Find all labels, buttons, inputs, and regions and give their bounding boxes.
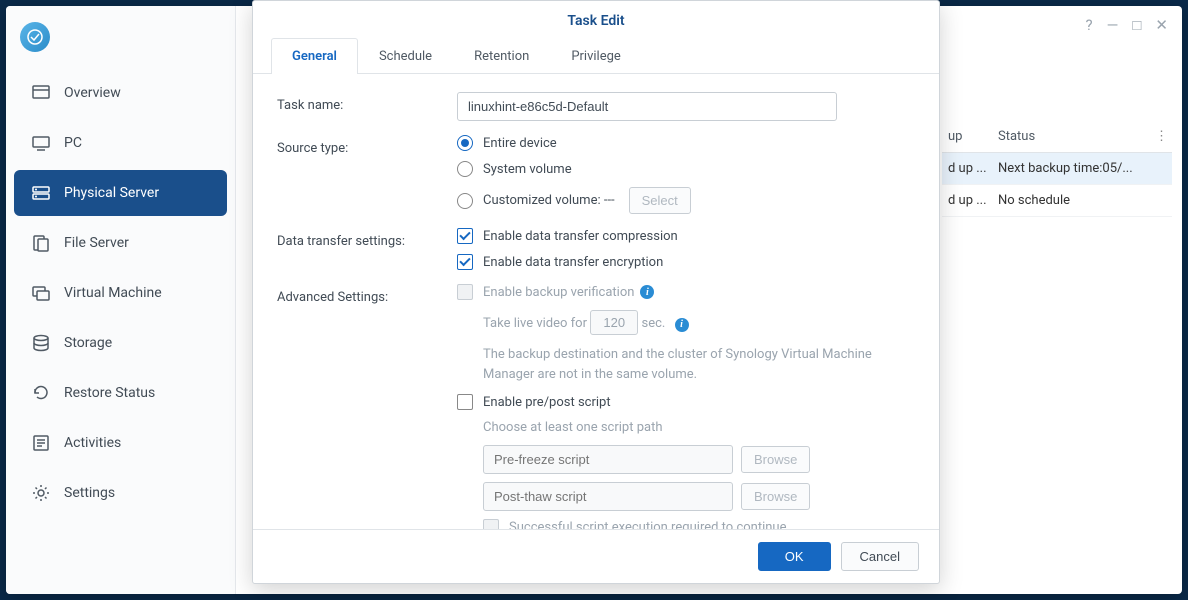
tab-schedule[interactable]: Schedule	[358, 38, 453, 74]
task-edit-dialog: Task Edit General Schedule Retention Pri…	[252, 0, 940, 584]
sidebar-item-label: Virtual Machine	[64, 285, 162, 301]
ok-button[interactable]: OK	[758, 542, 831, 571]
tab-retention[interactable]: Retention	[453, 38, 550, 74]
checkbox-label: Successful script execution required to …	[509, 520, 787, 530]
select-volume-button[interactable]: Select	[629, 187, 691, 214]
dialog-title: Task Edit	[253, 1, 939, 37]
checkbox-label: Enable data transfer compression	[483, 229, 678, 244]
label-task-name: Task name:	[277, 92, 457, 113]
gear-icon	[30, 482, 52, 504]
app-logo-icon	[20, 22, 50, 52]
server-icon	[30, 182, 52, 204]
col-header-status[interactable]: Status	[998, 129, 1166, 144]
maximize-icon[interactable]: □	[1132, 16, 1141, 34]
label-advanced: Advanced Settings:	[277, 284, 457, 305]
sidebar-item-pc[interactable]: PC	[14, 120, 227, 166]
script-hint: Choose at least one script path	[483, 420, 915, 435]
sidebar-item-overview[interactable]: Overview	[14, 70, 227, 116]
window-controls: ? — □ ✕	[1086, 16, 1168, 34]
help-icon[interactable]: ?	[1086, 16, 1093, 34]
info-icon[interactable]: i	[675, 318, 689, 332]
table-header: up Status ⋮	[942, 121, 1172, 153]
cell: d up ...	[948, 193, 998, 208]
radio-label: Customized volume: ---	[483, 193, 615, 208]
checkbox-script[interactable]	[457, 394, 473, 410]
destination-note: The backup destination and the cluster o…	[483, 345, 915, 384]
sidebar: Overview PC Physical Server File Server …	[6, 6, 236, 594]
col-header[interactable]: up	[948, 129, 998, 144]
post-thaw-input	[483, 482, 733, 511]
checkbox-label: Enable backup verification	[483, 285, 634, 300]
live-video-pre: Take live video for	[483, 316, 587, 331]
checkbox-encryption[interactable]	[457, 254, 473, 270]
live-video-post: sec.	[641, 316, 665, 331]
radio-customized-volume[interactable]	[457, 193, 473, 209]
overview-icon	[30, 82, 52, 104]
close-icon[interactable]: ✕	[1155, 16, 1168, 34]
checkbox-success-required	[483, 519, 499, 529]
sidebar-item-label: Activities	[64, 435, 121, 451]
storage-icon	[30, 332, 52, 354]
checkbox-label: Enable pre/post script	[483, 395, 611, 410]
live-video-input	[590, 310, 638, 335]
radio-system-volume[interactable]	[457, 161, 473, 177]
sidebar-item-label: Storage	[64, 335, 112, 351]
sidebar-item-label: PC	[64, 135, 82, 151]
restore-icon	[30, 382, 52, 404]
checkbox-compression[interactable]	[457, 228, 473, 244]
dialog-footer: OK Cancel	[253, 529, 939, 583]
minimize-icon[interactable]: —	[1107, 16, 1119, 34]
cancel-button[interactable]: Cancel	[841, 542, 919, 571]
sidebar-item-label: Overview	[64, 85, 121, 101]
sidebar-item-label: File Server	[64, 235, 129, 251]
sidebar-item-storage[interactable]: Storage	[14, 320, 227, 366]
radio-label: System volume	[483, 162, 572, 177]
sidebar-item-virtual-machine[interactable]: Virtual Machine	[14, 270, 227, 316]
file-server-icon	[30, 232, 52, 254]
sidebar-item-activities[interactable]: Activities	[14, 420, 227, 466]
table-row[interactable]: d up ... No schedule	[942, 185, 1172, 217]
tab-privilege[interactable]: Privilege	[550, 38, 641, 74]
checkbox-verification	[457, 284, 473, 300]
browse-pre-button: Browse	[741, 446, 810, 473]
browse-post-button: Browse	[741, 483, 810, 510]
sidebar-item-file-server[interactable]: File Server	[14, 220, 227, 266]
tab-general[interactable]: General	[271, 38, 358, 74]
info-icon[interactable]: i	[640, 285, 654, 299]
sidebar-item-label: Physical Server	[64, 185, 159, 201]
table-row[interactable]: d up ... Next backup time:05/...	[942, 153, 1172, 185]
cell: Next backup time:05/...	[998, 161, 1166, 176]
radio-entire-device[interactable]	[457, 135, 473, 151]
sidebar-item-label: Settings	[64, 485, 115, 501]
sidebar-item-physical-server[interactable]: Physical Server	[14, 170, 227, 216]
checkbox-label: Enable data transfer encryption	[483, 255, 663, 270]
label-data-transfer: Data transfer settings:	[277, 228, 457, 249]
radio-label: Entire device	[483, 136, 557, 151]
task-name-input[interactable]	[457, 92, 837, 121]
cell: No schedule	[998, 193, 1166, 208]
table-more-icon[interactable]: ⋮	[1155, 129, 1168, 144]
pre-freeze-input	[483, 445, 733, 474]
label-source-type: Source type:	[277, 135, 457, 156]
background-task-table: up Status ⋮ d up ... Next backup time:05…	[942, 121, 1172, 217]
vm-icon	[30, 282, 52, 304]
live-video-row: Take live video for sec. i	[483, 310, 915, 335]
sidebar-item-settings[interactable]: Settings	[14, 470, 227, 516]
dialog-body[interactable]: Task name: Source type: Entire device Sy…	[253, 74, 939, 529]
sidebar-item-restore-status[interactable]: Restore Status	[14, 370, 227, 416]
dialog-tabs: General Schedule Retention Privilege	[253, 37, 939, 74]
activities-icon	[30, 432, 52, 454]
sidebar-item-label: Restore Status	[64, 385, 155, 401]
cell: d up ...	[948, 161, 998, 176]
pc-icon	[30, 132, 52, 154]
